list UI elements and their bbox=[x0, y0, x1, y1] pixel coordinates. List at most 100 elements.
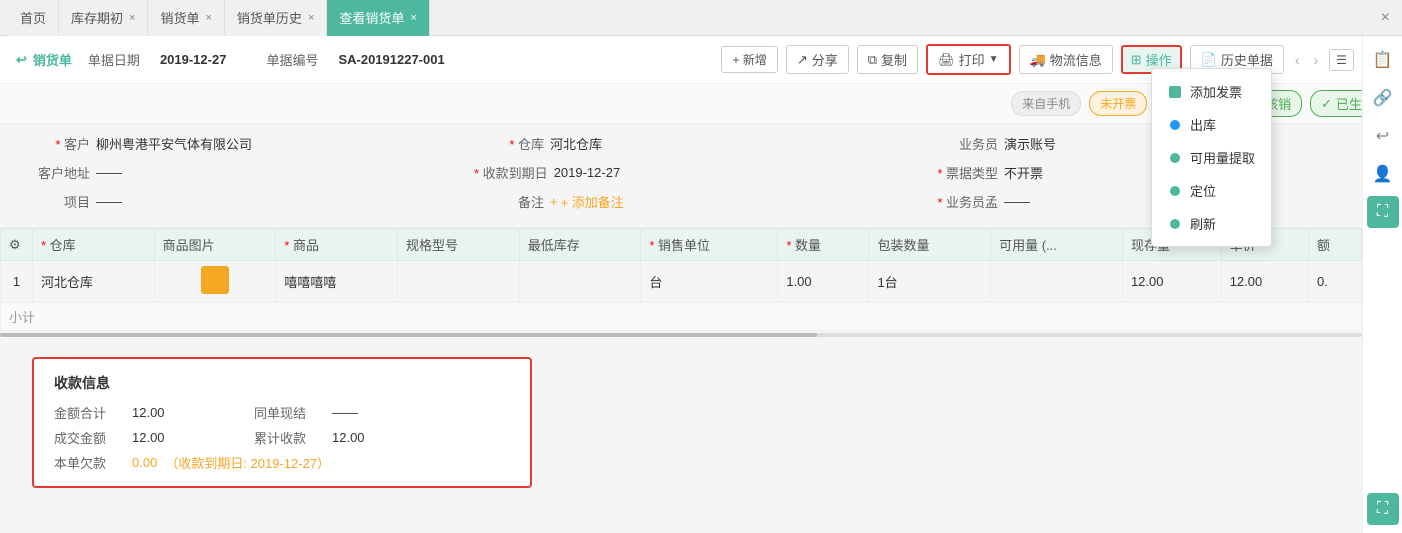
tab-sales-history-close[interactable]: × bbox=[308, 12, 314, 24]
doc-date-label: 单据日期 bbox=[88, 50, 140, 69]
note-field: 备注 + + 添加备注 bbox=[474, 192, 928, 211]
dropdown-item-available-extract[interactable]: 可用量提取 bbox=[1152, 141, 1271, 174]
td-pack-qty: 1台 bbox=[869, 261, 991, 303]
payment-due-label: 本单欠款 bbox=[54, 453, 124, 472]
tab-inventory-init-close[interactable]: × bbox=[129, 12, 135, 24]
locate-icon bbox=[1168, 184, 1182, 198]
project-field: 项目 —— bbox=[20, 192, 474, 211]
tab-view-sales-label: 查看销货单 bbox=[339, 8, 404, 27]
dropdown-item-outbound[interactable]: 出库 bbox=[1152, 108, 1271, 141]
th-warehouse: * 仓库 bbox=[33, 229, 155, 261]
scrollbar-thumb bbox=[0, 333, 817, 337]
share-icon: ↗ bbox=[797, 52, 808, 68]
available-extract-icon bbox=[1168, 151, 1182, 165]
address-label: 客户地址 bbox=[20, 163, 90, 182]
td-amount: 0. bbox=[1309, 261, 1362, 303]
payment-section: 收款信息 金额合计 12.00 同单现结 —— 成交金额 12.00 累计收款 … bbox=[0, 337, 1402, 508]
doc-title-area: ↩ 销货单 bbox=[16, 50, 72, 69]
sidebar-icon-back[interactable]: ↩ bbox=[1367, 120, 1399, 152]
sidebar-icon-doc[interactable]: 📋 bbox=[1367, 44, 1399, 76]
tab-sales-order[interactable]: 销货单 × bbox=[148, 0, 224, 36]
table-row: 1 河北仓库 嘻嘻嘻嘻 台 1.00 1台 12.00 12.00 0. bbox=[1, 261, 1362, 303]
payment-same-order-row: 同单现结 —— bbox=[254, 403, 504, 422]
dropdown-item-refresh[interactable]: 刷新 bbox=[1152, 207, 1271, 240]
nav-prev[interactable]: ‹ bbox=[1292, 52, 1303, 68]
not-open-badge[interactable]: 未开票 bbox=[1089, 91, 1147, 116]
sidebar-icon-chart[interactable]: ⛶ bbox=[1367, 196, 1399, 228]
add-note-button[interactable]: + + 添加备注 bbox=[550, 192, 624, 211]
history-icon: 📄 bbox=[1201, 52, 1217, 68]
logistics-button[interactable]: 🚚 物流信息 bbox=[1019, 45, 1113, 74]
add-note-icon: + bbox=[550, 194, 558, 209]
td-spec bbox=[398, 261, 520, 303]
view-list-btn[interactable]: ☰ bbox=[1329, 49, 1354, 71]
print-button[interactable]: 🖨 打印 ▼ bbox=[926, 44, 1010, 75]
warehouse-field: 仓库 河北仓库 bbox=[474, 134, 928, 153]
tab-home[interactable]: 首页 bbox=[8, 0, 59, 36]
th-product: * 商品 bbox=[276, 229, 398, 261]
payment-total-value: 12.00 bbox=[132, 405, 165, 420]
td-no: 1 bbox=[1, 261, 33, 303]
sidebar-icon-user[interactable]: 👤 bbox=[1367, 158, 1399, 190]
subtotal-row: 小计 bbox=[1, 303, 1362, 331]
action-bar: + 新增 ↗ 分享 ⧉ 复制 🖨 打印 ▼ 🚚 物流信息 ⊞ 操作 📄 历史单据… bbox=[721, 44, 1386, 75]
payment-grid: 金额合计 12.00 同单现结 —— 成交金额 12.00 累计收款 12.00… bbox=[54, 403, 510, 472]
payment-total-label: 金额合计 bbox=[54, 403, 124, 422]
tab-view-sales[interactable]: 查看销货单 × bbox=[327, 0, 429, 36]
operate-icon: ⊞ bbox=[1131, 52, 1142, 68]
salesperson-label: 业务员孟 bbox=[928, 192, 998, 211]
refresh-icon bbox=[1168, 217, 1182, 231]
payment-total-row: 金额合计 12.00 bbox=[54, 403, 254, 422]
address-value: —— bbox=[96, 165, 474, 180]
copy-icon: ⧉ bbox=[868, 52, 877, 68]
dropdown-item-locate[interactable]: 定位 bbox=[1152, 174, 1271, 207]
sidebar-icon-expand[interactable]: ⛶ bbox=[1367, 493, 1399, 525]
tab-sales-order-close[interactable]: × bbox=[205, 12, 211, 24]
from-phone-badge[interactable]: 来自手机 bbox=[1011, 91, 1081, 116]
tab-inventory-init[interactable]: 库存期初 × bbox=[59, 0, 148, 36]
product-thumbnail bbox=[201, 266, 229, 294]
payment-due-value: 0.00 bbox=[132, 455, 157, 470]
close-all-tabs[interactable]: × bbox=[1381, 9, 1390, 27]
warehouse-label: 仓库 bbox=[474, 134, 544, 153]
logistics-icon: 🚚 bbox=[1030, 52, 1046, 68]
doc-title-label: 销货单 bbox=[33, 50, 72, 69]
doc-number-label: 单据编号 bbox=[266, 50, 318, 69]
dropdown-item-add-invoice[interactable]: 添加发票 bbox=[1152, 75, 1271, 108]
payment-box: 收款信息 金额合计 12.00 同单现结 —— 成交金额 12.00 累计收款 … bbox=[32, 357, 532, 488]
locate-label: 定位 bbox=[1190, 181, 1216, 200]
customer-value: 柳州粤港平安气体有限公司 bbox=[96, 134, 474, 153]
new-button[interactable]: + 新增 bbox=[721, 46, 777, 73]
nav-next[interactable]: › bbox=[1311, 52, 1322, 68]
td-unit: 台 bbox=[641, 261, 778, 303]
tab-home-label: 首页 bbox=[20, 8, 46, 27]
payment-cumulative-row: 累计收款 12.00 bbox=[254, 428, 504, 447]
refresh-label: 刷新 bbox=[1190, 214, 1216, 233]
td-available bbox=[991, 261, 1123, 303]
add-invoice-label: 添加发票 bbox=[1190, 82, 1242, 101]
add-invoice-icon bbox=[1168, 85, 1182, 99]
th-spec: 规格型号 bbox=[398, 229, 520, 261]
tab-sales-history[interactable]: 销货单历史 × bbox=[225, 0, 327, 36]
customer-label: 客户 bbox=[20, 134, 90, 153]
td-quantity: 1.00 bbox=[778, 261, 869, 303]
right-sidebar: 📋 🔗 ↩ 👤 ⛶ ⛶ bbox=[1362, 36, 1402, 533]
payment-transaction-label: 成交金额 bbox=[54, 428, 124, 447]
effective-check-icon: ✓ bbox=[1321, 96, 1332, 112]
td-product-img bbox=[154, 261, 276, 303]
payment-cumulative-label: 累计收款 bbox=[254, 428, 324, 447]
th-min-stock: 最低库存 bbox=[519, 229, 641, 261]
tab-bar: 首页 库存期初 × 销货单 × 销货单历史 × 查看销货单 × × bbox=[0, 0, 1402, 36]
share-button[interactable]: ↗ 分享 bbox=[786, 45, 849, 74]
table-scrollbar[interactable] bbox=[0, 333, 1362, 337]
sidebar-icon-link[interactable]: 🔗 bbox=[1367, 82, 1399, 114]
tab-sales-history-label: 销货单历史 bbox=[237, 8, 302, 27]
th-quantity: * 数量 bbox=[778, 229, 869, 261]
tab-view-sales-close[interactable]: × bbox=[410, 12, 416, 24]
td-warehouse: 河北仓库 bbox=[33, 261, 155, 303]
td-min-stock bbox=[519, 261, 641, 303]
td-unit-price: 12.00 bbox=[1221, 261, 1308, 303]
copy-button[interactable]: ⧉ 复制 bbox=[857, 45, 918, 74]
warehouse-value: 河北仓库 bbox=[550, 134, 928, 153]
outbound-icon bbox=[1168, 118, 1182, 132]
